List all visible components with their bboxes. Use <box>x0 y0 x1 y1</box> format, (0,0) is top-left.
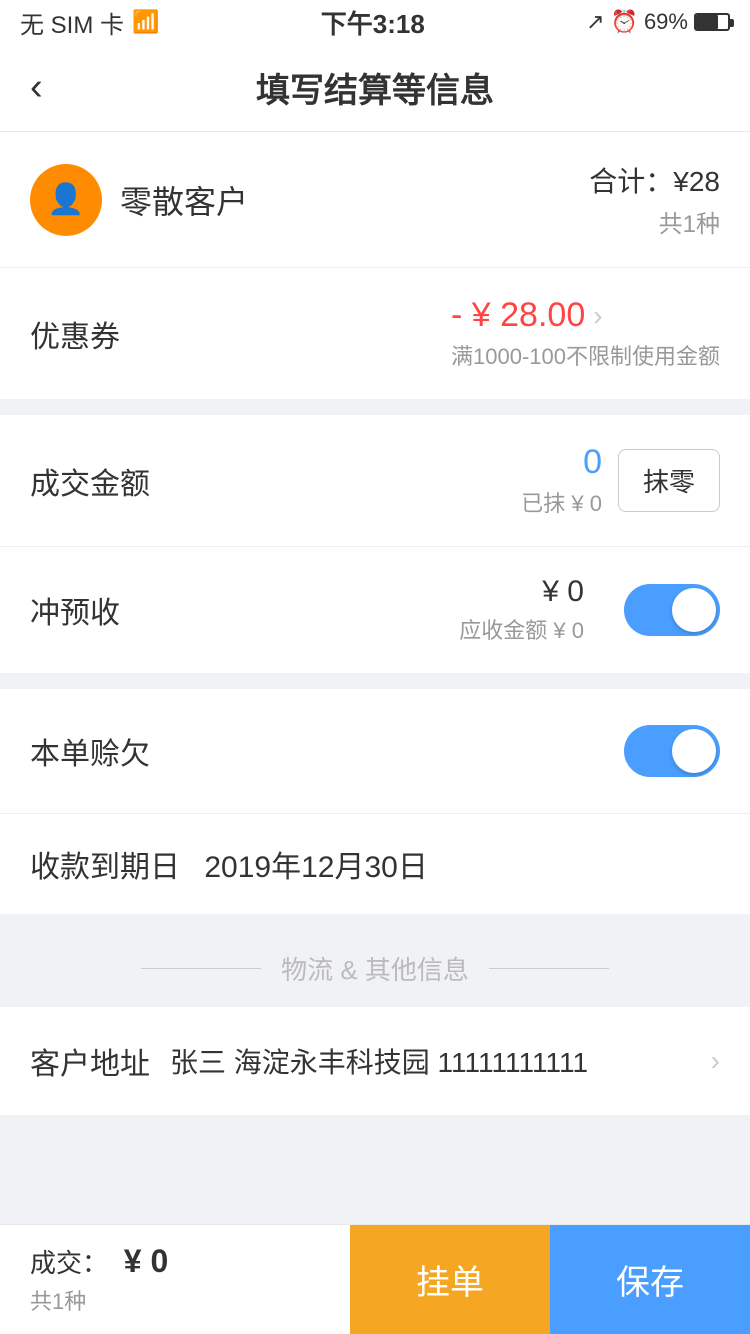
prepayment-right: ¥ 0 应收金额 ¥ 0 <box>459 575 584 645</box>
sim-status: 无 SIM 卡 <box>20 5 124 40</box>
coupon-right: - ¥ 28.00 › 满1000-100不限制使用金额 <box>451 296 720 371</box>
person-icon: 👤 <box>47 182 84 217</box>
due-date-value: 2019年12月30日 <box>204 851 427 884</box>
status-bar: 无 SIM 卡 📶 下午3:18 ↗ ⏰ 69% <box>0 0 750 44</box>
logistics-line-right <box>489 968 609 969</box>
debt-row: 本单赊欠 <box>0 689 750 813</box>
prepayment-sub: 应收金额 ¥ 0 <box>459 613 584 645</box>
coupon-row[interactable]: 优惠券 - ¥ 28.00 › 满1000-100不限制使用金额 <box>0 267 750 399</box>
debt-label: 本单赊欠 <box>30 729 150 773</box>
debt-section: 本单赊欠 收款到期日 2019年12月30日 <box>0 689 750 914</box>
bottom-left: 成交： ¥ 0 共1种 <box>0 1225 350 1334</box>
address-value: 张三 海淀永丰科技园 11111111111 <box>170 1041 711 1081</box>
coupon-discount: - ¥ 28.00 <box>451 296 585 335</box>
address-label: 客户地址 <box>30 1039 150 1083</box>
bottom-bar: 成交： ¥ 0 共1种 挂单 保存 <box>0 1224 750 1334</box>
deal-amount-label: 成交金额 <box>30 459 150 503</box>
nav-bar: ‹ 填写结算等信息 <box>0 44 750 132</box>
toggle-thumb <box>672 588 716 632</box>
deal-amount-right: 0 已抹 ¥ 0 抹零 <box>521 443 720 518</box>
logistics-line-left <box>141 968 261 969</box>
battery-icon <box>694 13 730 31</box>
chevron-right-icon: › <box>593 300 602 332</box>
status-right: ↗ ⏰ 69% <box>586 9 730 35</box>
location-icon: ↗ <box>586 9 604 35</box>
logistics-text: 物流 & 其他信息 <box>281 950 469 987</box>
due-date-row: 收款到期日 2019年12月30日 <box>0 813 750 914</box>
bottom-count: 共1种 <box>30 1284 320 1316</box>
back-button[interactable]: ‹ <box>30 66 43 109</box>
status-left: 无 SIM 卡 📶 <box>20 5 159 40</box>
logistics-section: 物流 & 其他信息 <box>0 930 750 1007</box>
deal-amount-row: 成交金额 0 已抹 ¥ 0 抹零 <box>0 415 750 547</box>
customer-row: 👤 零散客户 合计：¥28 共1种 <box>0 132 750 267</box>
prepayment-amount: ¥ 0 <box>459 575 584 609</box>
deal-amount-sub: 已抹 ¥ 0 <box>521 486 602 518</box>
round-zero-button[interactable]: 抹零 <box>618 449 720 512</box>
deal-amount-value: 0 <box>583 443 602 481</box>
address-section: 客户地址 张三 海淀永丰科技园 11111111111 › <box>0 1007 750 1115</box>
coupon-desc: 满1000-100不限制使用金额 <box>451 339 720 371</box>
page-title: 填写结算等信息 <box>256 63 494 112</box>
prepayment-toggle[interactable] <box>624 584 720 636</box>
chevron-right-address-icon: › <box>711 1045 720 1077</box>
bottom-deal-label: 成交： <box>30 1248 108 1278</box>
address-row[interactable]: 客户地址 张三 海淀永丰科技园 11111111111 › <box>0 1007 750 1115</box>
alarm-icon: ⏰ <box>611 9 638 35</box>
bottom-amount: ¥ 0 <box>124 1243 168 1279</box>
avatar: 👤 <box>30 164 102 236</box>
prepayment-row: 冲预收 ¥ 0 应收金额 ¥ 0 <box>0 547 750 673</box>
customer-name: 零散客户 <box>120 177 248 223</box>
hang-button[interactable]: 挂单 <box>350 1225 550 1334</box>
customer-right: 合计：¥28 共1种 <box>589 160 720 239</box>
due-date-label: 收款到期日 <box>30 851 180 884</box>
customer-total: 合计：¥28 <box>589 160 720 200</box>
deal-amount-section: 成交金额 0 已抹 ¥ 0 抹零 冲预收 ¥ 0 应收金额 ¥ 0 <box>0 415 750 673</box>
coupon-label: 优惠券 <box>30 312 120 356</box>
customer-count: 共1种 <box>589 204 720 239</box>
prepayment-label: 冲预收 <box>30 588 120 632</box>
customer-section: 👤 零散客户 合计：¥28 共1种 优惠券 - ¥ 28.00 › 满1000-… <box>0 132 750 399</box>
toggle-thumb-debt <box>672 729 716 773</box>
status-time: 下午3:18 <box>321 4 425 41</box>
bottom-deal-line: 成交： ¥ 0 <box>30 1243 320 1280</box>
customer-left: 👤 零散客户 <box>30 164 248 236</box>
wifi-icon: 📶 <box>132 9 159 35</box>
save-button[interactable]: 保存 <box>550 1225 750 1334</box>
battery-percent: 69% <box>644 9 688 35</box>
logistics-label: 物流 & 其他信息 <box>141 950 609 987</box>
debt-toggle[interactable] <box>624 725 720 777</box>
